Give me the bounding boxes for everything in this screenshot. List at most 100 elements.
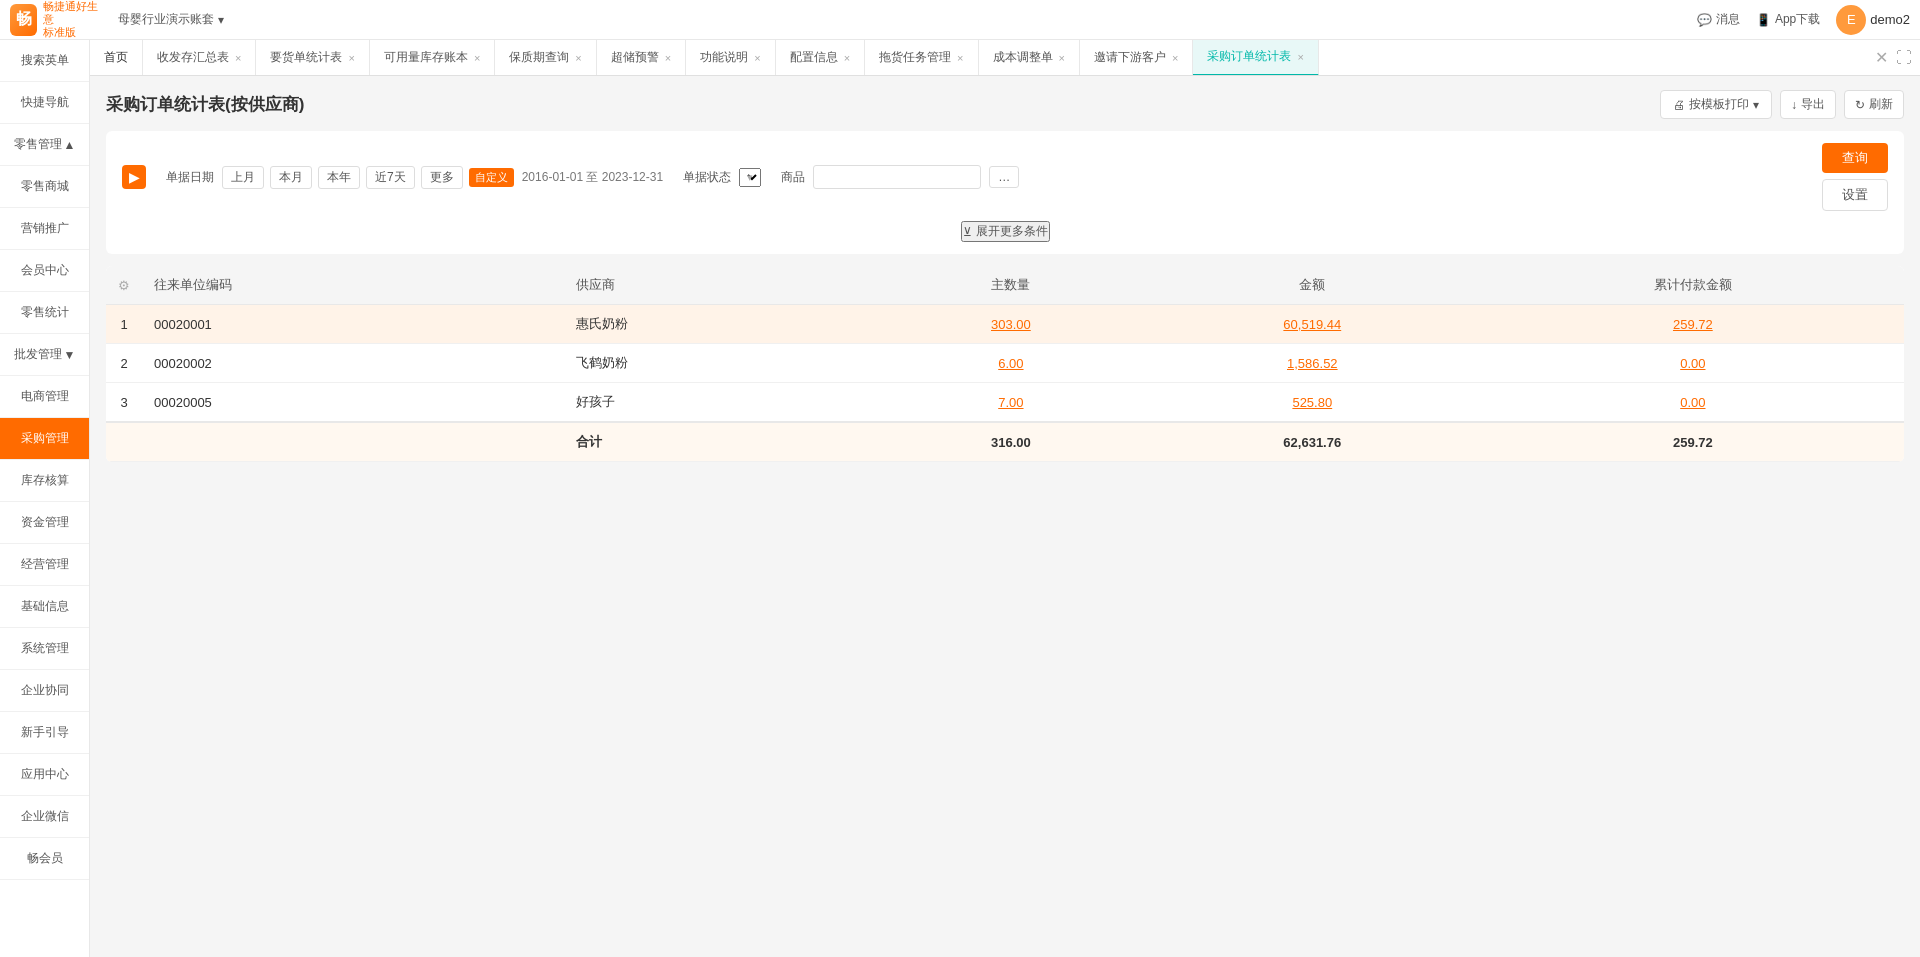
sidebar-item-vip[interactable]: 畅会员 [0, 838, 89, 880]
th-code: 往来单位编码 [142, 266, 564, 305]
tab-close-tuohuo[interactable]: × [957, 52, 963, 64]
tab-yaohuodan[interactable]: 要货单统计表 × [256, 40, 369, 76]
filter-expand-row: ⊻ 展开更多条件 [122, 221, 1888, 242]
th-paid: 累计付款金额 [1482, 266, 1904, 305]
filter-toggle-button[interactable]: ▶ [122, 165, 146, 189]
filter-status-label: 单据状态 [683, 169, 731, 186]
filter-status-select[interactable] [739, 168, 761, 187]
sidebar-item-ecommerce[interactable]: 电商管理 [0, 376, 89, 418]
table-row[interactable]: 1 00020001 惠氏奶粉 303.00 60,519.44 259.72 [106, 305, 1904, 344]
sidebar-item-purchase[interactable]: 采购管理 [0, 418, 89, 460]
sidebar-item-wechat[interactable]: 企业微信 [0, 796, 89, 838]
row-paid[interactable]: 0.00 [1482, 383, 1904, 423]
filter-status-group: 单据状态 [683, 168, 761, 187]
filter-btn-this-month[interactable]: 本月 [270, 166, 312, 189]
sidebar-item-nav[interactable]: 快捷导航 [0, 82, 89, 124]
tab-maximize-icon[interactable]: ⛶ [1896, 49, 1912, 67]
sidebar-item-retail[interactable]: 零售管理 ▲ [0, 124, 89, 166]
sidebar-item-newguide[interactable]: 新手引导 [0, 712, 89, 754]
filter-status-select-wrapper [739, 168, 761, 187]
logo-icon: 畅 [10, 4, 37, 36]
sidebar-item-finance[interactable]: 资金管理 [0, 502, 89, 544]
logo-area: 畅 畅捷通好生意 标准版 [10, 0, 100, 39]
print-dropdown-icon: ▾ [1753, 98, 1759, 112]
row-paid[interactable]: 259.72 [1482, 305, 1904, 344]
message-button[interactable]: 💬 消息 [1697, 11, 1740, 28]
tab-close-yaohuodan[interactable]: × [348, 52, 354, 64]
sidebar-item-basic[interactable]: 基础信息 [0, 586, 89, 628]
tab-close-yaoqing[interactable]: × [1172, 52, 1178, 64]
print-button[interactable]: 🖨 按模板打印 ▾ [1660, 90, 1772, 119]
tab-close-baozhi[interactable]: × [575, 52, 581, 64]
export-button[interactable]: ↓ 导出 [1780, 90, 1836, 119]
tab-close-chaochuyujing[interactable]: × [665, 52, 671, 64]
tab-home[interactable]: 首页 [90, 40, 143, 76]
filter-date-buttons: 上月 本月 本年 近7天 更多 自定义 [222, 166, 514, 189]
sidebar-item-enterprise[interactable]: 企业协同 [0, 670, 89, 712]
row-supplier: 惠氏奶粉 [564, 305, 879, 344]
tab-chaochuyujing[interactable]: 超储预警 × [597, 40, 686, 76]
row-amount[interactable]: 1,586.52 [1143, 344, 1482, 383]
row-paid[interactable]: 0.00 [1482, 344, 1904, 383]
expand-more-button[interactable]: ⊻ 展开更多条件 [961, 221, 1050, 242]
tab-close-chengben[interactable]: × [1059, 52, 1065, 64]
th-amount: 金额 [1143, 266, 1482, 305]
settings-button[interactable]: 设置 [1822, 179, 1888, 211]
table-row[interactable]: 3 00020005 好孩子 7.00 525.80 0.00 [106, 383, 1904, 423]
tab-close-peizhi[interactable]: × [844, 52, 850, 64]
workspace-selector[interactable]: 母婴行业演示账套 ▾ [110, 7, 232, 32]
filter-goods-label: 商品 [781, 169, 805, 186]
sidebar-item-retail-stat[interactable]: 零售统计 [0, 292, 89, 334]
page-header: 采购订单统计表(按供应商) 🖨 按模板打印 ▾ ↓ 导出 ↻ [106, 90, 1904, 119]
row-amount[interactable]: 525.80 [1143, 383, 1482, 423]
table-row[interactable]: 2 00020002 飞鹤奶粉 6.00 1,586.52 0.00 [106, 344, 1904, 383]
user-name: demo2 [1870, 12, 1910, 27]
refresh-button[interactable]: ↻ 刷新 [1844, 90, 1904, 119]
app-download-button[interactable]: 📱 App下载 [1756, 11, 1820, 28]
sidebar-item-wholesale[interactable]: 批发管理 ▼ [0, 334, 89, 376]
query-button[interactable]: 查询 [1822, 143, 1888, 173]
tab-close-keyongliang[interactable]: × [474, 52, 480, 64]
sidebar-item-appcenter[interactable]: 应用中心 [0, 754, 89, 796]
tab-close-all-icon[interactable]: ✕ [1875, 48, 1888, 67]
gear-icon[interactable]: ⚙ [118, 278, 130, 293]
filter-btn-more[interactable]: 更多 [421, 166, 463, 189]
row-qty[interactable]: 303.00 [879, 305, 1143, 344]
table-header-row: ⚙ 往来单位编码 供应商 主数量 金额 累计付款金额 [106, 266, 1904, 305]
row-amount[interactable]: 60,519.44 [1143, 305, 1482, 344]
tab-tuohuo[interactable]: 拖货任务管理 × [865, 40, 978, 76]
table-body: 1 00020001 惠氏奶粉 303.00 60,519.44 259.72 … [106, 305, 1904, 423]
filter-btn-7days[interactable]: 近7天 [366, 166, 415, 189]
sidebar-item-operation[interactable]: 经营管理 [0, 544, 89, 586]
tab-shoufashui[interactable]: 收发存汇总表 × [143, 40, 256, 76]
sidebar-item-marketing[interactable]: 营销推广 [0, 208, 89, 250]
main-layout: 搜索英单 快捷导航 零售管理 ▲ 零售商城 营销推广 会员中心 零售统计 批发管… [0, 40, 1920, 957]
workspace-dropdown-icon: ▾ [218, 13, 224, 27]
wholesale-arrow-icon: ▼ [64, 348, 76, 362]
tab-close-gongneng[interactable]: × [754, 52, 760, 64]
sidebar-item-member[interactable]: 会员中心 [0, 250, 89, 292]
sidebar-item-inventory[interactable]: 库存核算 [0, 460, 89, 502]
filter-goods-more[interactable]: … [989, 166, 1019, 188]
sidebar-item-shop[interactable]: 零售商城 [0, 166, 89, 208]
tab-close-caigou[interactable]: × [1297, 51, 1303, 63]
sidebar-item-search[interactable]: 搜索英单 [0, 40, 89, 82]
filter-btn-last-month[interactable]: 上月 [222, 166, 264, 189]
filter-goods-input[interactable] [813, 165, 981, 189]
filter-btn-this-year[interactable]: 本年 [318, 166, 360, 189]
footer-qty: 316.00 [879, 422, 1143, 462]
tab-caigou[interactable]: 采购订单统计表 × [1193, 40, 1318, 76]
tab-yaoqing[interactable]: 邀请下游客户 × [1080, 40, 1193, 76]
retail-arrow-icon: ▲ [64, 138, 76, 152]
tab-chengben[interactable]: 成本调整单 × [979, 40, 1080, 76]
sidebar-item-system[interactable]: 系统管理 [0, 628, 89, 670]
tab-peizhi[interactable]: 配置信息 × [776, 40, 865, 76]
tab-close-shoufashui[interactable]: × [235, 52, 241, 64]
tab-baozhi[interactable]: 保质期查询 × [495, 40, 596, 76]
footer-paid: 259.72 [1482, 422, 1904, 462]
tab-keyongliang[interactable]: 可用量库存账本 × [370, 40, 495, 76]
row-qty[interactable]: 6.00 [879, 344, 1143, 383]
row-qty[interactable]: 7.00 [879, 383, 1143, 423]
user-area[interactable]: E demo2 [1836, 5, 1910, 35]
tab-gongneng[interactable]: 功能说明 × [686, 40, 775, 76]
